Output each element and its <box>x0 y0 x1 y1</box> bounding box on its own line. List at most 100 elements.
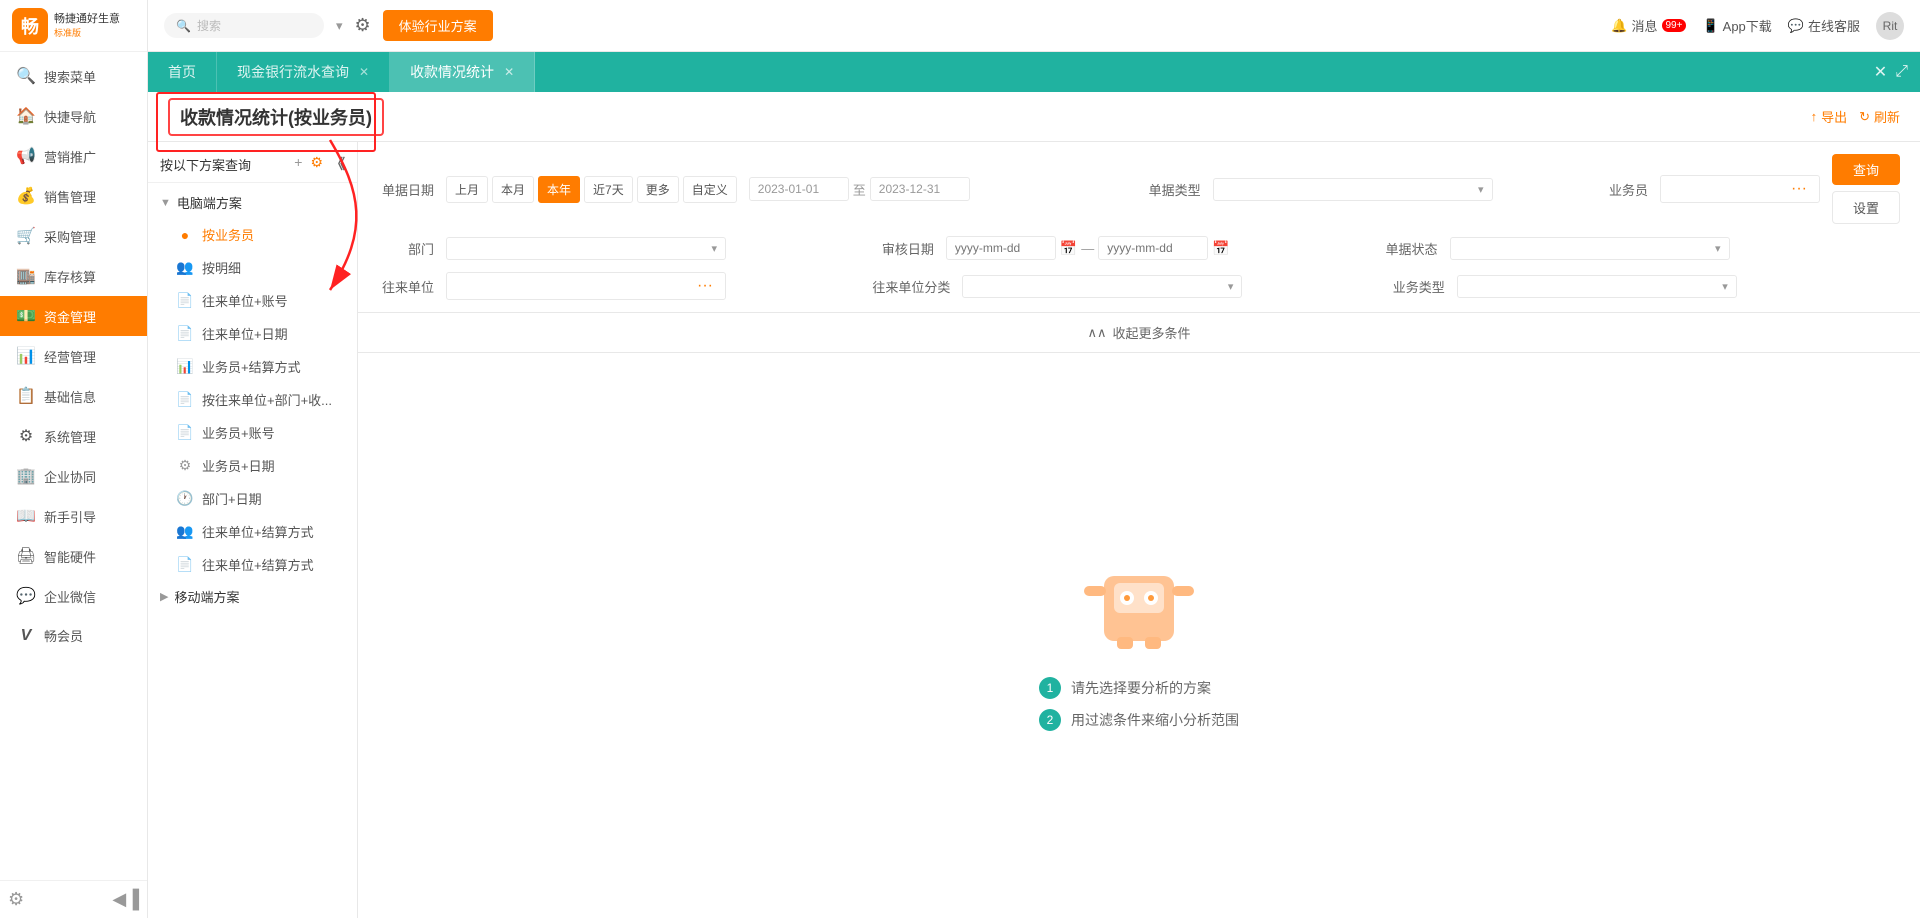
scheme-item-salesperson-settlement[interactable]: 📊 业务员+结算方式 <box>148 350 357 383</box>
salesperson-dots-icon[interactable]: ··· <box>1791 180 1807 198</box>
date-range-inputs: 至 <box>749 177 970 201</box>
scheme-item-salesperson-date[interactable]: ⚙ 业务员+日期 <box>148 449 357 482</box>
export-button[interactable]: ↑ 导出 <box>1811 107 1848 126</box>
sidebar-item-system[interactable]: ⚙ 系统管理 <box>0 416 147 456</box>
scheme-item-dept-date[interactable]: 🕐 部门+日期 <box>148 482 357 515</box>
dept-select[interactable]: ▾ <box>446 237 726 260</box>
filter-row-3: 往来单位 ··· 往来单位分类 ▾ 业务类型 ▾ <box>378 272 1900 300</box>
collapse-sidebar-icon[interactable]: ◀▐ <box>112 889 139 910</box>
sidebar-item-smart-hw[interactable]: 🖨 智能硬件 <box>0 536 147 576</box>
date-from-input[interactable] <box>749 177 849 201</box>
review-date-label: 审核日期 <box>878 239 934 258</box>
biz-type-select[interactable]: ▾ <box>1457 275 1737 298</box>
sidebar-item-guide[interactable]: 📖 新手引导 <box>0 496 147 536</box>
partner-category-select[interactable]: ▾ <box>962 275 1242 298</box>
active-dot-icon: ● <box>176 227 194 243</box>
sidebar-item-capital[interactable]: 💵 资金管理 <box>0 296 147 336</box>
review-date-calendar-icon[interactable]: 📅 <box>1060 240 1077 257</box>
filter-row-2: 部门 ▾ 审核日期 📅 — 📅 单据状态 <box>378 236 1900 260</box>
topbar-search-text: 搜索 <box>197 17 221 34</box>
sidebar-item-search[interactable]: 🔍 搜索菜单 <box>0 56 147 96</box>
date-btn-this-month[interactable]: 本月 <box>492 176 534 203</box>
date-to-input[interactable] <box>870 177 970 201</box>
date-btn-custom[interactable]: 自定义 <box>683 176 737 203</box>
trial-plan-button[interactable]: 体验行业方案 <box>383 10 493 41</box>
category-caret: ▾ <box>1478 183 1484 196</box>
scheme-group-pc[interactable]: ▼ 电脑端方案 <box>148 187 357 218</box>
sidebar-item-wechat[interactable]: 💬 企业微信 <box>0 576 147 616</box>
date-label: 单据日期 <box>378 180 434 199</box>
tab-collection-stats[interactable]: 收款情况统计 ✕ <box>390 52 535 92</box>
partner-label: 往来单位 <box>378 277 434 296</box>
partner-select[interactable]: ··· <box>446 272 726 300</box>
status-select[interactable]: ▾ <box>1450 237 1730 260</box>
maximize-button[interactable]: ⤢ <box>1895 63 1908 81</box>
capital-icon: 💵 <box>16 306 36 326</box>
collapse-bar[interactable]: ∧∧ 收起更多条件 <box>358 313 1920 353</box>
close-all-tabs-button[interactable]: ✕ <box>1874 62 1887 82</box>
topbar-gear-icon[interactable]: ⚙ <box>355 15 371 36</box>
system-icon: ⚙ <box>16 426 36 446</box>
user-avatar[interactable]: Rit <box>1876 12 1904 40</box>
review-date-from-input[interactable] <box>946 236 1056 260</box>
scheme-item-partner-dept[interactable]: 📄 按往来单位+部门+收... <box>148 383 357 416</box>
sidebar-item-inventory[interactable]: 🏬 库存核算 <box>0 256 147 296</box>
scheme-item-partner-account[interactable]: 📄 往来单位+账号 <box>148 284 357 317</box>
date-btn-7days[interactable]: 近7天 <box>584 176 633 203</box>
online-service-label: 在线客服 <box>1808 16 1860 35</box>
settings-bottom-icon[interactable]: ⚙ <box>8 889 24 910</box>
sidebar-item-member[interactable]: V 畅会员 <box>0 616 147 655</box>
biz-type-caret: ▾ <box>1722 280 1728 293</box>
scheme-group-mobile-label: 移动端方案 <box>174 587 239 606</box>
sidebar-item-operation[interactable]: 📊 经营管理 <box>0 336 147 376</box>
scheme-item-partner-date[interactable]: 📄 往来单位+日期 <box>148 317 357 350</box>
refresh-button[interactable]: ↻ 刷新 <box>1859 107 1900 126</box>
topbar-search[interactable]: 🔍 搜索 <box>164 13 324 38</box>
partner-category-caret: ▾ <box>1228 280 1234 293</box>
notification-button[interactable]: 🔔 消息 99+ <box>1611 16 1686 35</box>
scheme-group-mobile[interactable]: ▶ 移动端方案 <box>148 581 357 612</box>
member-icon: V <box>16 627 36 645</box>
query-button[interactable]: 查询 <box>1832 154 1900 185</box>
scheme-item-partner-settlement2[interactable]: 📄 往来单位+结算方式 <box>148 548 357 581</box>
scheme-item-by-salesperson[interactable]: ● 按业务员 <box>148 218 357 251</box>
scheme-item-salesperson-account[interactable]: 📄 业务员+账号 <box>148 416 357 449</box>
doc-icon2: 📄 <box>176 325 194 342</box>
scheme-item-partner-settlement1[interactable]: 👥 往来单位+结算方式 <box>148 515 357 548</box>
guide-icon: 📖 <box>16 506 36 526</box>
date-btn-last-month[interactable]: 上月 <box>446 176 488 203</box>
sidebar-item-quick-nav[interactable]: 🏠 快捷导航 <box>0 96 147 136</box>
review-date-calendar-icon2[interactable]: 📅 <box>1212 240 1229 257</box>
tab-bank-flow[interactable]: 现金银行流水查询 ✕ <box>217 52 390 92</box>
app-download-label: App下载 <box>1723 16 1772 35</box>
sidebar-item-purchase[interactable]: 🛒 采购管理 <box>0 216 147 256</box>
tab-collection-stats-close[interactable]: ✕ <box>504 65 514 79</box>
scheme-item-label: 业务员+结算方式 <box>202 357 301 376</box>
tab-bank-flow-close[interactable]: ✕ <box>359 65 369 79</box>
sidebar-item-label: 采购管理 <box>44 227 96 246</box>
sidebar-item-basic-info[interactable]: 📋 基础信息 <box>0 376 147 416</box>
doc-icon4: 📄 <box>176 424 194 441</box>
sidebar-item-marketing[interactable]: 📢 营销推广 <box>0 136 147 176</box>
review-date-to-input[interactable] <box>1098 236 1208 260</box>
salesperson-select[interactable]: ··· <box>1660 175 1820 203</box>
sidebar-item-enterprise[interactable]: 🏢 企业协同 <box>0 456 147 496</box>
date-btn-more[interactable]: 更多 <box>637 176 679 203</box>
add-scheme-button[interactable]: + <box>294 154 302 174</box>
online-service-button[interactable]: 💬 在线客服 <box>1788 16 1860 35</box>
settings-button[interactable]: 设置 <box>1832 191 1900 224</box>
collapse-bar-label: 收起更多条件 <box>1113 323 1191 342</box>
scheme-item-detail[interactable]: 👥 按明细 <box>148 251 357 284</box>
app-download-button[interactable]: 📱 App下载 <box>1702 16 1771 35</box>
topbar-dropdown-icon[interactable]: ▾ <box>336 18 343 34</box>
settings-scheme-button[interactable]: ⚙ <box>310 154 323 174</box>
tab-home[interactable]: 首页 <box>148 52 217 92</box>
filter-row-1: 单据日期 上月 本月 本年 近7天 更多 自定义 至 <box>378 154 1900 224</box>
collapse-scheme-button[interactable]: 《 <box>331 154 345 174</box>
notification-badge: 99+ <box>1662 19 1687 32</box>
category-select[interactable]: ▾ <box>1213 178 1493 201</box>
chevron-right-icon: ▶ <box>160 590 168 603</box>
date-btn-this-year[interactable]: 本年 <box>538 176 580 203</box>
sidebar-item-sales[interactable]: 💰 销售管理 <box>0 176 147 216</box>
partner-dots-icon[interactable]: ··· <box>697 277 713 295</box>
